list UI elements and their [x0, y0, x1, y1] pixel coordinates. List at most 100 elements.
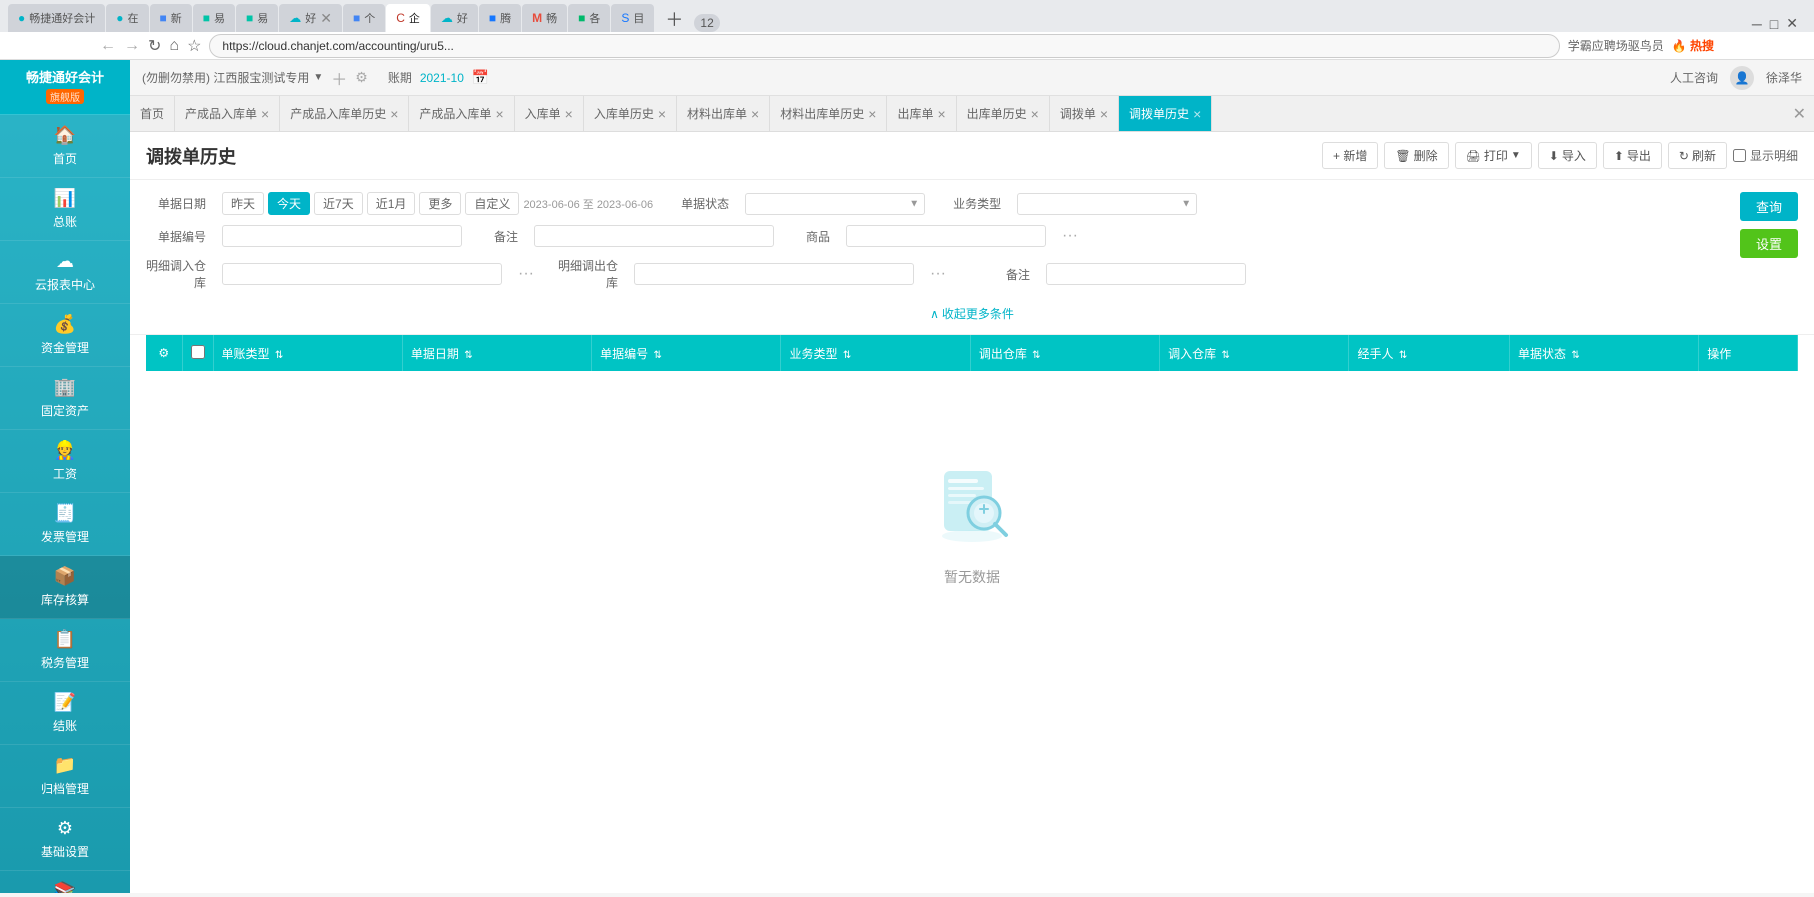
col-doc-status[interactable]: 单据状态 ⇅	[1509, 335, 1698, 371]
browser-tab-1[interactable]: ● 在	[106, 4, 148, 32]
date-btn-yesterday[interactable]: 昨天	[222, 192, 264, 215]
detail-in-more-icon[interactable]: ···	[518, 265, 534, 283]
settings-gear-icon[interactable]: ⚙	[355, 69, 368, 86]
browser-tab-6[interactable]: ■ 个	[343, 4, 385, 32]
page-tab-1-close[interactable]: ×	[261, 106, 269, 122]
page-tab-4-close[interactable]: ×	[565, 106, 573, 122]
col-doc-no[interactable]: 单据编号 ⇅	[592, 335, 781, 371]
add-company-btn[interactable]: ＋	[331, 66, 347, 90]
detail-remark-input[interactable]	[1046, 263, 1246, 285]
close-btn[interactable]: ✕	[1786, 15, 1798, 32]
page-tab-11-close[interactable]: ×	[1193, 106, 1201, 122]
sidebar-item-cloud-reports[interactable]: ☁ 云报表中心	[0, 241, 130, 304]
display-columns-toggle[interactable]: 显示明细	[1733, 147, 1798, 164]
date-btn-7days[interactable]: 近7天	[314, 192, 363, 215]
sidebar-item-inventory[interactable]: 📦 库存核算	[0, 556, 130, 619]
period-value[interactable]: 2021-10	[420, 71, 464, 85]
page-tab-9-close[interactable]: ×	[1031, 106, 1039, 122]
page-tab-7[interactable]: 材料出库单历史 ×	[770, 96, 887, 132]
tab-count[interactable]: 12	[694, 14, 719, 32]
delete-btn[interactable]: 🗑 删除	[1384, 142, 1448, 169]
status-select[interactable]	[745, 193, 925, 215]
page-tab-10[interactable]: 调拨单 ×	[1050, 96, 1119, 132]
back-btn[interactable]: ←	[100, 37, 116, 55]
page-tab-3[interactable]: 产成品入库单 ×	[409, 96, 514, 132]
address-input[interactable]	[209, 34, 1559, 58]
remark-input[interactable]	[534, 225, 774, 247]
col-business-type[interactable]: 业务类型 ⇅	[781, 335, 970, 371]
date-btn-more[interactable]: 更多	[419, 192, 461, 215]
col-doc-date[interactable]: 单据日期 ⇅	[402, 335, 591, 371]
browser-tab-2[interactable]: ■ 新	[150, 4, 192, 32]
date-btn-custom[interactable]: 自定义	[465, 192, 519, 215]
doc-no-input[interactable]	[222, 225, 462, 247]
page-tab-home[interactable]: 首页	[130, 96, 175, 132]
col-in-warehouse[interactable]: 调入仓库 ⇅	[1160, 335, 1349, 371]
browser-tab-0[interactable]: ● 畅捷通好会计	[8, 4, 105, 32]
page-tab-7-close[interactable]: ×	[868, 106, 876, 122]
page-tab-2[interactable]: 产成品入库单历史 ×	[280, 96, 409, 132]
date-btn-today[interactable]: 今天	[268, 192, 310, 215]
page-tab-10-close[interactable]: ×	[1100, 106, 1108, 122]
date-btn-1month[interactable]: 近1月	[367, 192, 416, 215]
maximize-btn[interactable]: □	[1770, 16, 1778, 32]
col-doc-type[interactable]: 单账类型 ⇅	[213, 335, 402, 371]
company-selector[interactable]: (勿删勿禁用) 江西服宝测试专用 ▼	[142, 69, 323, 86]
table-settings-icon[interactable]: ⚙	[146, 335, 182, 371]
query-button[interactable]: 查询	[1740, 192, 1798, 221]
detail-in-input[interactable]	[222, 263, 502, 285]
star-btn[interactable]: ☆	[187, 36, 201, 56]
calendar-icon[interactable]: 📅	[472, 69, 489, 86]
sidebar-item-home[interactable]: 🏠 首页	[0, 115, 130, 178]
goods-input[interactable]	[846, 225, 1046, 247]
detail-out-more-icon[interactable]: ···	[930, 265, 946, 283]
browser-tab-10[interactable]: M 畅	[522, 4, 567, 32]
sidebar-item-fixed-assets[interactable]: 🏢 固定资产	[0, 367, 130, 430]
hot-search[interactable]: 🔥 热搜	[1672, 37, 1714, 54]
setting-button[interactable]: 设置	[1740, 229, 1798, 258]
service-btn[interactable]: 人工咨询	[1670, 69, 1718, 86]
forward-btn[interactable]: →	[124, 37, 140, 55]
sidebar-item-guide[interactable]: 📚 新手引导	[0, 871, 130, 893]
import-btn[interactable]: ⬇ 导入	[1538, 142, 1597, 169]
sidebar-item-funds[interactable]: 💰 资金管理	[0, 304, 130, 367]
col-handler[interactable]: 经手人 ⇅	[1349, 335, 1509, 371]
page-tab-9[interactable]: 出库单历史 ×	[957, 96, 1050, 132]
new-btn[interactable]: + 新增	[1322, 142, 1378, 169]
browser-tab-5[interactable]: ☁ 好 ✕	[279, 4, 342, 32]
minimize-btn[interactable]: ─	[1752, 16, 1762, 32]
browser-tab-9[interactable]: ■ 腾	[479, 4, 521, 32]
browser-tab-12[interactable]: S 目	[611, 4, 654, 32]
browser-tab-7[interactable]: C 企	[386, 4, 430, 32]
user-avatar[interactable]: 👤	[1730, 66, 1754, 90]
page-tab-5-close[interactable]: ×	[658, 106, 666, 122]
sidebar-item-general-ledger[interactable]: 📊 总账	[0, 178, 130, 241]
home-btn[interactable]: ⌂	[169, 37, 179, 55]
sidebar-item-settings[interactable]: ⚙ 基础设置	[0, 808, 130, 871]
sidebar-item-invoice[interactable]: 🧾 发票管理	[0, 493, 130, 556]
col-out-warehouse[interactable]: 调出仓库 ⇅	[970, 335, 1159, 371]
new-tab-button[interactable]: ＋	[659, 6, 689, 32]
page-tab-8-close[interactable]: ×	[937, 106, 945, 122]
sidebar-item-closing[interactable]: 📝 结账	[0, 682, 130, 745]
page-tab-2-close[interactable]: ×	[390, 106, 398, 122]
page-tab-1[interactable]: 产成品入库单 ×	[175, 96, 280, 132]
refresh-btn[interactable]: ↻ 刷新	[1668, 142, 1727, 169]
sidebar-item-payroll[interactable]: 👷 工资	[0, 430, 130, 493]
page-tab-6[interactable]: 材料出库单 ×	[677, 96, 770, 132]
browser-tab-8[interactable]: ☁ 好	[431, 4, 478, 32]
business-type-select[interactable]	[1017, 193, 1197, 215]
tab-bar-close-icon[interactable]: ✕	[1793, 104, 1806, 124]
refresh-btn[interactable]: ↻	[148, 36, 161, 56]
select-all-checkbox[interactable]	[191, 345, 205, 359]
page-tab-4[interactable]: 入库单 ×	[515, 96, 584, 132]
user-name[interactable]: 徐泽华	[1766, 69, 1802, 86]
page-tab-6-close[interactable]: ×	[751, 106, 759, 122]
page-tab-8[interactable]: 出库单 ×	[887, 96, 956, 132]
browser-tab-4[interactable]: ■ 易	[236, 4, 278, 32]
browser-tab-3[interactable]: ■ 易	[193, 4, 235, 32]
sidebar-item-tax[interactable]: 📋 税务管理	[0, 619, 130, 682]
collapse-btn[interactable]: ∧ 收起更多条件	[930, 305, 1014, 322]
page-tab-3-close[interactable]: ×	[495, 106, 503, 122]
page-tab-11[interactable]: 调拨单历史 ×	[1119, 96, 1212, 132]
